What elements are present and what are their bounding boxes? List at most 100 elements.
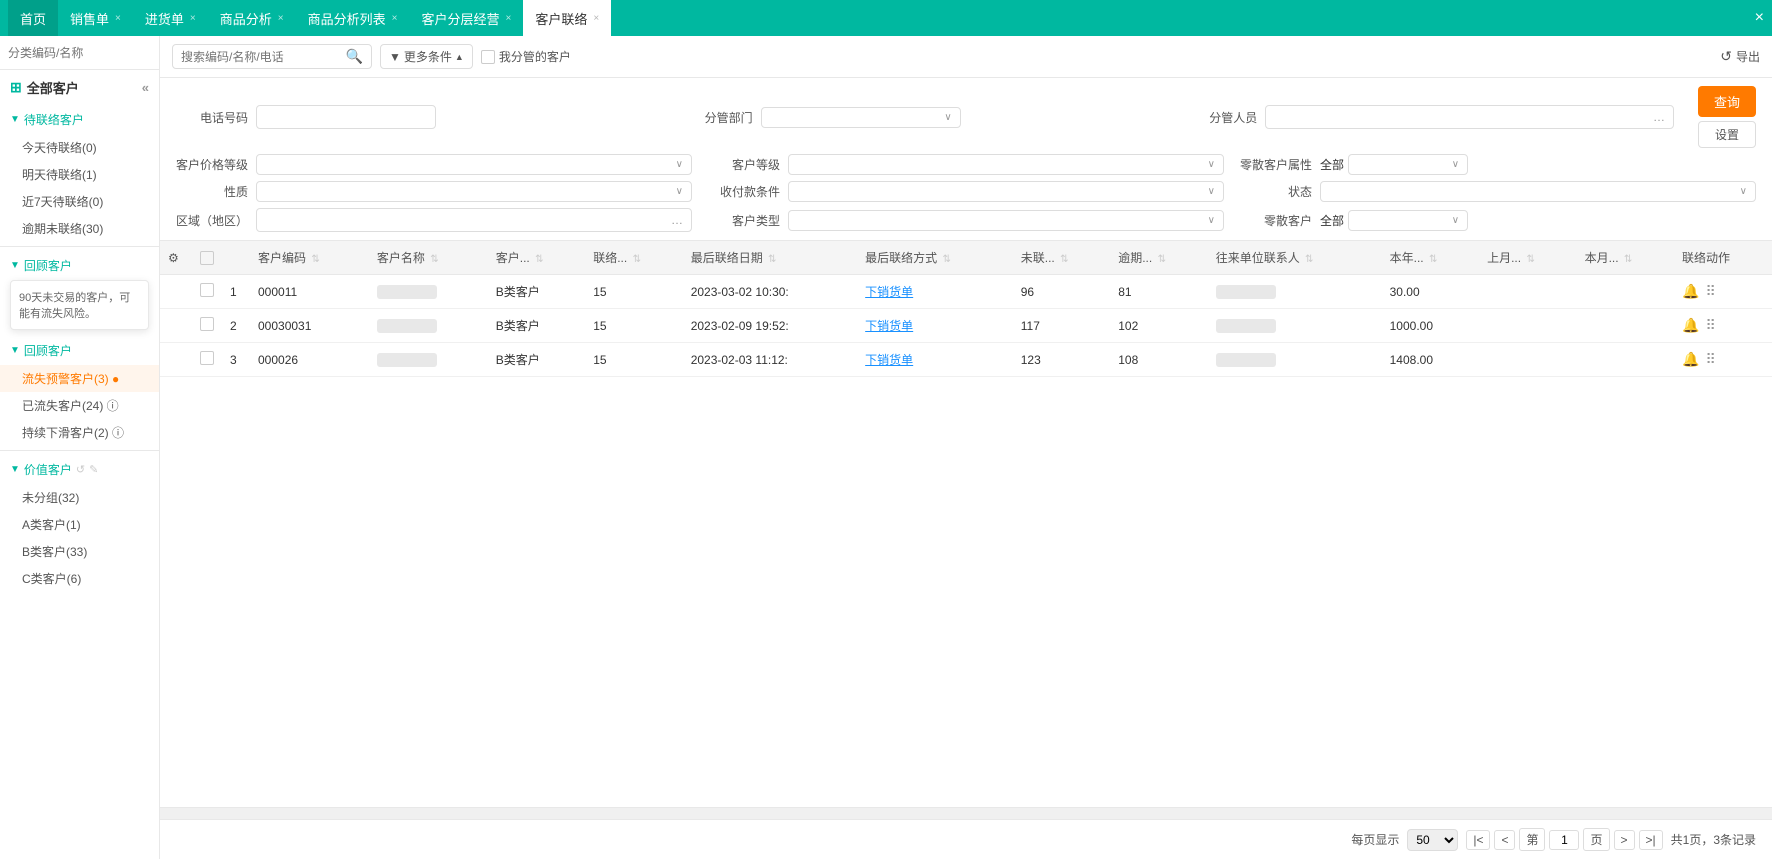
col-last-month[interactable]: 上月... ⇅ bbox=[1479, 241, 1576, 275]
row-checkbox-2[interactable] bbox=[200, 317, 214, 331]
col-last-date[interactable]: 最后联络日期 ⇅ bbox=[683, 241, 857, 275]
col-type[interactable]: 客户... ⇅ bbox=[488, 241, 585, 275]
search-input[interactable] bbox=[181, 50, 346, 64]
method-link-1[interactable]: 下销货单 bbox=[865, 285, 913, 299]
close-customer-contact-tab[interactable]: × bbox=[593, 13, 599, 24]
action-icon-bell-1[interactable]: 🔔 bbox=[1682, 283, 1699, 300]
method-link-3[interactable]: 下销货单 bbox=[865, 353, 913, 367]
gender-select[interactable]: ∨ bbox=[256, 181, 692, 202]
col-name[interactable]: 客户名称 ⇅ bbox=[369, 241, 488, 275]
sidebar-item-churned[interactable]: 已流失客户(24) ⓘ bbox=[0, 392, 159, 419]
action-icon-menu-1[interactable]: ⠿ bbox=[1705, 283, 1715, 300]
sidebar-item-tomorrow[interactable]: 明天待联络(1) bbox=[0, 161, 159, 188]
customer-type-select[interactable]: ∨ bbox=[788, 210, 1224, 231]
tab-customer-tier[interactable]: 客户分层经营 × bbox=[409, 0, 523, 36]
sidebar-item-class-b[interactable]: B类客户(33) bbox=[0, 538, 159, 565]
search-submit-icon[interactable]: 🔍 bbox=[346, 48, 363, 65]
dept-select[interactable]: ∨ bbox=[761, 107, 961, 128]
filter-zero-customer: 零散客户 全部 ∨ bbox=[1240, 210, 1756, 231]
refresh-icon[interactable]: ↺ bbox=[76, 463, 85, 476]
filter-status: 状态 ∨ bbox=[1240, 181, 1756, 202]
per-page-select[interactable]: 50 100 200 bbox=[1407, 829, 1458, 851]
col-unit-contact[interactable]: 往来单位联系人 ⇅ bbox=[1208, 241, 1382, 275]
chevron-icon: ▲ bbox=[455, 52, 464, 62]
unit-contact-3 bbox=[1216, 353, 1276, 367]
close-analysis-tab[interactable]: × bbox=[278, 13, 284, 24]
sidebar-item-churn-warning[interactable]: 流失预警客户(3) ● bbox=[0, 365, 159, 392]
settings-col-icon[interactable]: ⚙ bbox=[168, 251, 179, 265]
filter-zero-attr: 零散客户属性 全部 ∨ bbox=[1240, 154, 1756, 175]
tab-analysis[interactable]: 商品分析 × bbox=[208, 0, 296, 36]
customer-tier-select[interactable]: ∨ bbox=[788, 154, 1224, 175]
window-close-button[interactable]: × bbox=[1755, 9, 1764, 27]
col-settings[interactable]: ⚙ bbox=[160, 241, 192, 275]
tab-home[interactable]: 首页 bbox=[8, 0, 58, 36]
sidebar-item-overdue[interactable]: 逾期未联络(30) bbox=[0, 215, 159, 242]
col-last-method[interactable]: 最后联络方式 ⇅ bbox=[857, 241, 1013, 275]
action-icon-bell-2[interactable]: 🔔 bbox=[1682, 317, 1699, 334]
action-icon-menu-3[interactable]: ⠿ bbox=[1705, 351, 1715, 368]
tab-analysis-list[interactable]: 商品分析列表 × bbox=[296, 0, 410, 36]
row-checkbox-1[interactable] bbox=[200, 283, 214, 297]
sidebar-item-ungrouped[interactable]: 未分组(32) bbox=[0, 484, 159, 511]
close-customer-tier-tab[interactable]: × bbox=[505, 13, 511, 24]
edit-icon[interactable]: ✎ bbox=[89, 463, 98, 476]
person-input[interactable]: … bbox=[1265, 105, 1674, 129]
horizontal-scrollbar[interactable] bbox=[160, 807, 1772, 819]
customer-type-arrow: ∨ bbox=[1208, 215, 1215, 226]
action-icon-menu-2[interactable]: ⠿ bbox=[1705, 317, 1715, 334]
sidebar-all-customers[interactable]: ⊞ 全部客户 « bbox=[0, 70, 159, 105]
row-checkbox-3[interactable] bbox=[200, 351, 214, 365]
action-icon-bell-3[interactable]: 🔔 bbox=[1682, 351, 1699, 368]
zero-customer-select[interactable]: ∨ bbox=[1348, 210, 1468, 231]
page-prev[interactable]: < bbox=[1494, 830, 1515, 850]
header-checkbox[interactable] bbox=[200, 251, 214, 265]
sidebar-item-today[interactable]: 今天待联络(0) bbox=[0, 134, 159, 161]
sidebar-item-class-c[interactable]: C类客户(6) bbox=[0, 565, 159, 592]
col-checkbox[interactable] bbox=[192, 241, 222, 275]
phone-input[interactable] bbox=[256, 105, 436, 129]
close-sales-tab[interactable]: × bbox=[115, 13, 121, 24]
close-analysis-list-tab[interactable]: × bbox=[392, 13, 398, 24]
arrow-icon: ▼ bbox=[10, 114, 20, 125]
col-action: 联络动作 bbox=[1674, 241, 1772, 275]
sidebar-section-review[interactable]: ▼ 回顾客户 bbox=[0, 251, 159, 280]
filter-customer-type: 客户类型 ∨ bbox=[708, 210, 1224, 231]
sidebar-section-churn[interactable]: ▼ 回顾客户 bbox=[0, 336, 159, 365]
settings-button[interactable]: 设置 bbox=[1698, 121, 1756, 148]
region-input[interactable]: … bbox=[256, 208, 692, 232]
price-tier-select[interactable]: ∨ bbox=[256, 154, 692, 175]
page-next[interactable]: > bbox=[1614, 830, 1635, 850]
content-area: 🔍 ▼ 更多条件 ▲ 我分管的客户 ↺ 导出 bbox=[160, 36, 1772, 859]
page-last[interactable]: >| bbox=[1639, 830, 1663, 850]
col-overdue[interactable]: 逾期... ⇅ bbox=[1110, 241, 1207, 275]
col-not-contacted[interactable]: 未联... ⇅ bbox=[1013, 241, 1110, 275]
col-contact[interactable]: 联络... ⇅ bbox=[585, 241, 682, 275]
payment-arrow: ∨ bbox=[1208, 186, 1215, 197]
tab-sales[interactable]: 销售单 × bbox=[58, 0, 133, 36]
query-button[interactable]: 查询 bbox=[1698, 86, 1756, 117]
export-button[interactable]: ↺ 导出 bbox=[1720, 48, 1760, 65]
sidebar-search-input[interactable] bbox=[8, 46, 160, 60]
col-code[interactable]: 客户编码 ⇅ bbox=[250, 241, 369, 275]
page-first[interactable]: |< bbox=[1466, 830, 1490, 850]
sidebar-section-pending[interactable]: ▼ 待联络客户 bbox=[0, 105, 159, 134]
more-conditions-btn[interactable]: ▼ 更多条件 ▲ bbox=[380, 44, 473, 69]
method-link-2[interactable]: 下销货单 bbox=[865, 319, 913, 333]
status-select[interactable]: ∨ bbox=[1320, 181, 1756, 202]
tab-customer-contact[interactable]: 客户联络 × bbox=[523, 0, 611, 36]
status-arrow: ∨ bbox=[1740, 186, 1747, 197]
table-row: 3 000026 B类客户 15 2023-02-03 11:12: 下销货单 … bbox=[160, 343, 1772, 377]
tab-purchase[interactable]: 进货单 × bbox=[133, 0, 208, 36]
zero-attr-select[interactable]: ∨ bbox=[1348, 154, 1468, 175]
col-current-year[interactable]: 本年... ⇅ bbox=[1382, 241, 1479, 275]
sidebar-item-class-a[interactable]: A类客户(1) bbox=[0, 511, 159, 538]
sidebar-section-value[interactable]: ▼ 价值客户 ↺ ✎ bbox=[0, 455, 159, 484]
sidebar-item-declining[interactable]: 持续下滑客户(2) ⓘ bbox=[0, 419, 159, 446]
payment-select[interactable]: ∨ bbox=[788, 181, 1224, 202]
page-input[interactable] bbox=[1549, 830, 1579, 850]
sidebar-item-7days[interactable]: 近7天待联络(0) bbox=[0, 188, 159, 215]
close-purchase-tab[interactable]: × bbox=[190, 13, 196, 24]
col-this-month[interactable]: 本月... ⇅ bbox=[1577, 241, 1674, 275]
my-customers-checkbox[interactable]: 我分管的客户 bbox=[481, 48, 571, 65]
